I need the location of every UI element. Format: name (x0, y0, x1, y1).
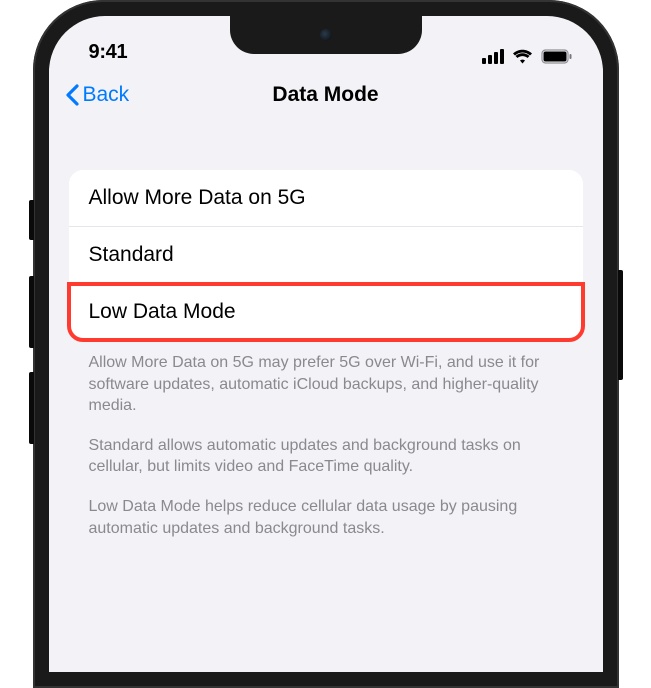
option-low-data-mode[interactable]: Low Data Mode (69, 284, 583, 340)
status-time: 9:41 (89, 41, 128, 64)
back-label: Back (83, 83, 130, 107)
footer-para-low-data: Low Data Mode helps reduce cellular data… (89, 496, 563, 539)
option-label: Low Data Mode (89, 300, 236, 323)
footer-para-standard: Standard allows automatic updates and ba… (89, 435, 563, 478)
chevron-left-icon (65, 84, 79, 106)
option-allow-more-data-5g[interactable]: Allow More Data on 5G (69, 170, 583, 227)
navigation-bar: Back Data Mode (49, 68, 603, 122)
footer-description: Allow More Data on 5G may prefer 5G over… (69, 340, 583, 539)
back-button[interactable]: Back (65, 83, 130, 107)
option-standard[interactable]: Standard (69, 227, 583, 284)
option-label: Allow More Data on 5G (89, 186, 306, 209)
option-label: Standard (89, 243, 174, 266)
wifi-icon (512, 49, 533, 64)
hardware-buttons-left (29, 200, 34, 468)
data-mode-options: Allow More Data on 5G Standard Low Data … (69, 170, 583, 340)
cellular-signal-icon (482, 49, 504, 64)
page-title: Data Mode (272, 83, 378, 107)
footer-para-5g: Allow More Data on 5G may prefer 5G over… (89, 352, 563, 417)
device-notch (230, 16, 422, 54)
battery-icon (541, 49, 573, 64)
content-area: Allow More Data on 5G Standard Low Data … (49, 122, 603, 539)
hardware-buttons-right (618, 270, 623, 380)
phone-frame: 9:41 Back Data Mod (33, 0, 619, 688)
